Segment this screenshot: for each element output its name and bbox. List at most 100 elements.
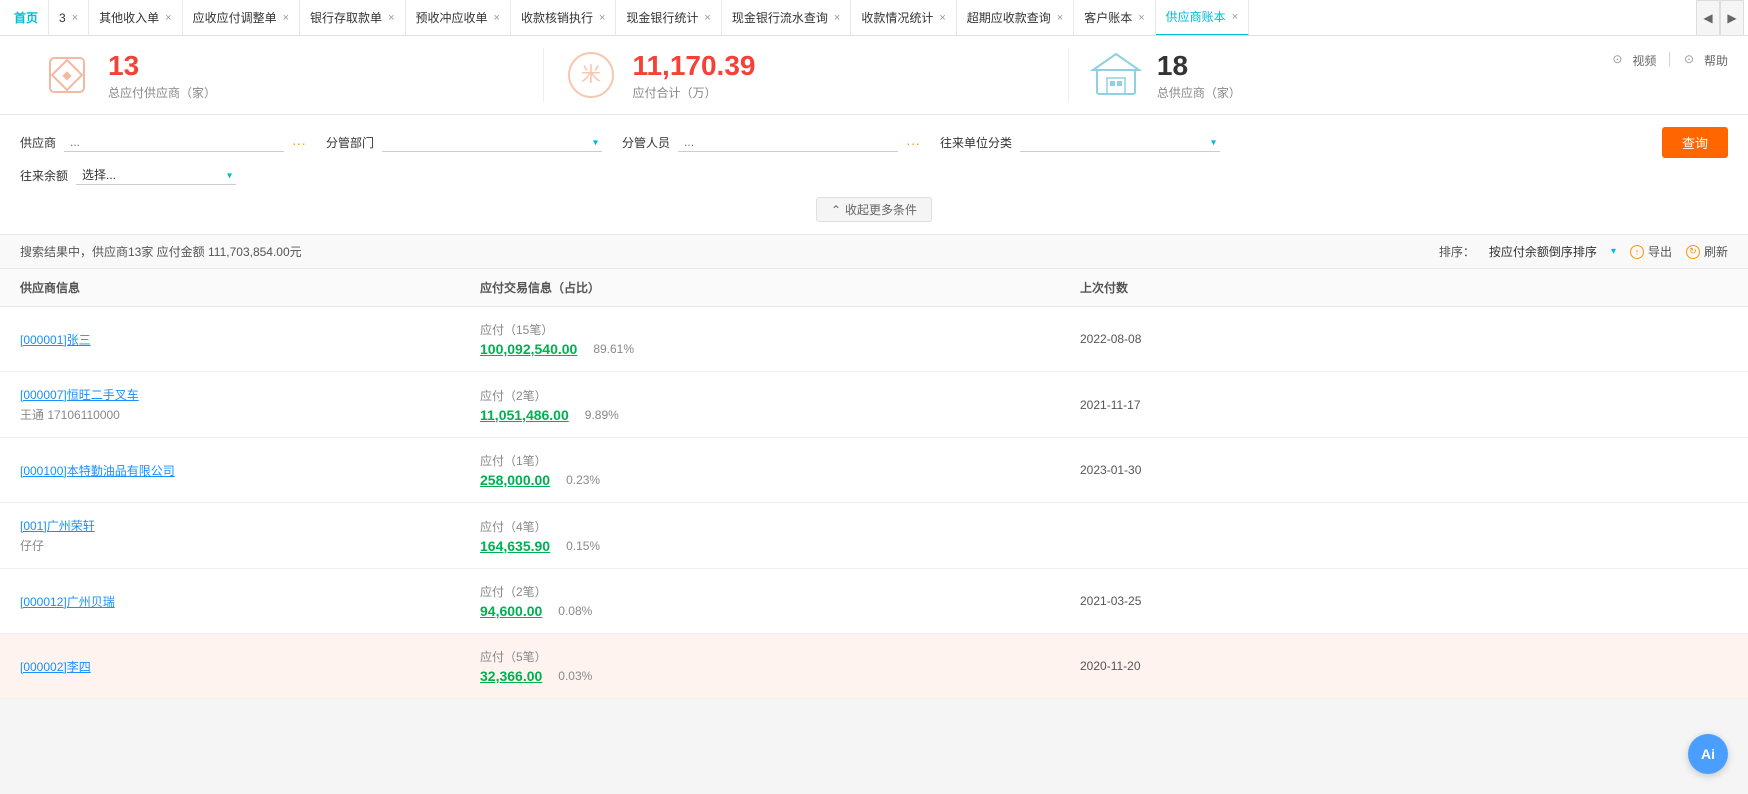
nav-tab-bank-deposit[interactable]: 银行存取款单 ×: [300, 0, 405, 36]
tab-bank-deposit-label: 银行存取款单: [310, 9, 382, 26]
close-icon[interactable]: ×: [834, 12, 840, 24]
tx-pct-4: 0.15%: [566, 539, 600, 553]
balance-select-wrapper: 选择...: [76, 166, 236, 185]
close-icon[interactable]: ×: [388, 12, 394, 24]
balance-filter-select[interactable]: 选择...: [76, 166, 236, 185]
payable-suppliers-number: 13: [108, 49, 216, 83]
close-icon[interactable]: ×: [283, 12, 289, 24]
total-suppliers-label: 总供应商（家）: [1157, 84, 1241, 101]
tx-amount-1[interactable]: 100,092,540.00: [480, 341, 577, 357]
supplier-link-2[interactable]: [000007]恒旺二手叉车: [20, 388, 139, 402]
tab3-label: 3: [59, 11, 66, 25]
table-row[interactable]: [000002]李四 应付（5笔） 32,366.00 0.03% 2020-1…: [0, 634, 1748, 699]
nav-next-arrow[interactable]: ▶: [1720, 0, 1744, 36]
supplier-info-1: [000001]张三: [20, 331, 480, 348]
nav-prev-arrow[interactable]: ◀: [1696, 0, 1720, 36]
transaction-info-3: 应付（1笔） 258,000.00 0.23%: [480, 452, 1080, 488]
close-icon[interactable]: ×: [1232, 11, 1238, 23]
close-icon[interactable]: ×: [939, 12, 945, 24]
svg-text:米: 米: [581, 63, 601, 86]
table-row[interactable]: [000007]恒旺二手叉车 王通 17106110000 应付（2笔） 11,…: [0, 372, 1748, 438]
tx-pct-2: 9.89%: [585, 408, 619, 422]
supplier-link-6[interactable]: [000002]李四: [20, 660, 91, 674]
tx-amount-4[interactable]: 164,635.90: [480, 538, 550, 554]
tab-other-income-label: 其他收入单: [99, 9, 159, 26]
close-icon[interactable]: ×: [704, 12, 710, 24]
tx-row-2: 11,051,486.00 9.89%: [480, 407, 1080, 423]
video-link[interactable]: 视频: [1632, 52, 1656, 69]
person-filter-dots[interactable]: ···: [906, 135, 920, 151]
table-row[interactable]: [000100]本特勤油品有限公司 应付（1笔） 258,000.00 0.23…: [0, 438, 1748, 503]
nav-tab-supplier-ledger[interactable]: 供应商账本 ×: [1156, 0, 1249, 36]
nav-tab-ap-adjust[interactable]: 应收应付调整单 ×: [183, 0, 300, 36]
tx-row-1: 100,092,540.00 89.61%: [480, 341, 1080, 357]
person-filter-input[interactable]: [678, 133, 898, 152]
nav-tab-advance-offset[interactable]: 预收冲应收单 ×: [406, 0, 511, 36]
person-filter-label: 分管人员: [622, 134, 670, 151]
shop-icon: [1089, 48, 1143, 102]
top-navigation: 首页 3 × 其他收入单 × 应收应付调整单 × 银行存取款单 × 预收冲应收单…: [0, 0, 1748, 36]
refresh-button[interactable]: ↻ 刷新: [1686, 243, 1728, 260]
tx-row-5: 94,600.00 0.08%: [480, 603, 1080, 619]
tx-amount-6[interactable]: 32,366.00: [480, 668, 542, 684]
transaction-info-6: 应付（5笔） 32,366.00 0.03%: [480, 648, 1080, 684]
filter-row-2: 往来余额 选择...: [20, 166, 1728, 185]
tx-pct-5: 0.08%: [558, 604, 592, 618]
sort-arrow-icon[interactable]: ▾: [1611, 246, 1616, 257]
supplier-link-5[interactable]: [000012]广州贝瑞: [20, 595, 115, 609]
filter-dept: 分管部门: [326, 133, 602, 152]
lastpay-1: 2022-08-08: [1080, 332, 1728, 346]
dept-filter-select[interactable]: [382, 133, 602, 152]
nav-tab-3[interactable]: 3 ×: [49, 0, 89, 36]
supplier-filter-input[interactable]: [64, 133, 284, 152]
summary-card-payable-suppliers: ◆ 13 总应付供应商（家）: [20, 48, 544, 102]
filter-person: 分管人员 ···: [622, 133, 920, 152]
export-button[interactable]: ↑ 导出: [1630, 243, 1672, 260]
nav-tab-collection-verify[interactable]: 收款核销执行 ×: [511, 0, 616, 36]
supplier-filter-dots[interactable]: ···: [292, 135, 306, 151]
dept-select-wrapper: [382, 133, 602, 152]
close-icon[interactable]: ×: [1138, 12, 1144, 24]
tx-amount-3[interactable]: 258,000.00: [480, 472, 550, 488]
summary-card-total-suppliers: 18 总供应商（家）: [1069, 48, 1592, 102]
results-actions: 排序： 按应付余额倒序排序 ▾ ↑ 导出 ↻ 刷新: [1439, 243, 1728, 260]
close-icon[interactable]: ×: [165, 12, 171, 24]
category-filter-select[interactable]: [1020, 133, 1220, 152]
results-bar: 搜索结果中，供应商13家 应付金额 111,703,854.00元 排序： 按应…: [0, 235, 1748, 269]
refresh-label: 刷新: [1704, 243, 1728, 260]
close-icon[interactable]: ×: [72, 12, 78, 24]
nav-tab-customer-ledger[interactable]: 客户账本 ×: [1074, 0, 1155, 36]
sort-value[interactable]: 按应付余额倒序排序: [1489, 243, 1597, 260]
search-button[interactable]: 查询: [1662, 127, 1728, 158]
ai-assistant-button[interactable]: Ai: [1688, 734, 1728, 774]
close-icon[interactable]: ×: [599, 12, 605, 24]
col-header-transaction: 应付交易信息（占比）: [480, 279, 1080, 296]
home-label: 首页: [14, 9, 38, 26]
nav-tab-cash-bank-flow[interactable]: 现金银行流水查询 ×: [722, 0, 851, 36]
table-row[interactable]: [001]广州荣轩 仔仔 应付（4笔） 164,635.90 0.15%: [0, 503, 1748, 569]
nav-tab-home[interactable]: 首页: [4, 0, 49, 36]
summary-card-payable-total: 米 11,170.39 应付合计（万）: [544, 48, 1068, 102]
close-icon[interactable]: ×: [494, 12, 500, 24]
supplier-link-3[interactable]: [000100]本特勤油品有限公司: [20, 464, 175, 478]
supplier-link-1[interactable]: [000001]张三: [20, 333, 91, 347]
lastpay-date-1: 2022-08-08: [1080, 332, 1141, 346]
supplier-filter-label: 供应商: [20, 134, 56, 151]
close-icon[interactable]: ×: [1057, 12, 1063, 24]
filter-supplier: 供应商 ···: [20, 133, 306, 152]
nav-tab-other-income[interactable]: 其他收入单 ×: [89, 0, 182, 36]
help-link[interactable]: 帮助: [1704, 52, 1728, 69]
tx-amount-2[interactable]: 11,051,486.00: [480, 407, 569, 423]
table-row[interactable]: [000001]张三 应付（15笔） 100,092,540.00 89.61%…: [0, 307, 1748, 372]
tx-amount-5[interactable]: 94,600.00: [480, 603, 542, 619]
collapse-button[interactable]: ⌃ 收起更多条件: [816, 197, 932, 222]
nav-tab-collection-stat[interactable]: 收款情况统计 ×: [851, 0, 956, 36]
transaction-info-1: 应付（15笔） 100,092,540.00 89.61%: [480, 321, 1080, 357]
lastpay-date-3: 2023-01-30: [1080, 463, 1141, 477]
table-row[interactable]: [000012]广州贝瑞 应付（2笔） 94,600.00 0.08% 2021…: [0, 569, 1748, 634]
nav-tab-cash-bank-stat[interactable]: 现金银行统计 ×: [616, 0, 721, 36]
nav-tab-overdue-ar[interactable]: 超期应收款查询 ×: [957, 0, 1074, 36]
transaction-info-5: 应付（2笔） 94,600.00 0.08%: [480, 583, 1080, 619]
tx-label-5: 应付（2笔）: [480, 583, 1080, 600]
supplier-link-4[interactable]: [001]广州荣轩: [20, 519, 95, 533]
